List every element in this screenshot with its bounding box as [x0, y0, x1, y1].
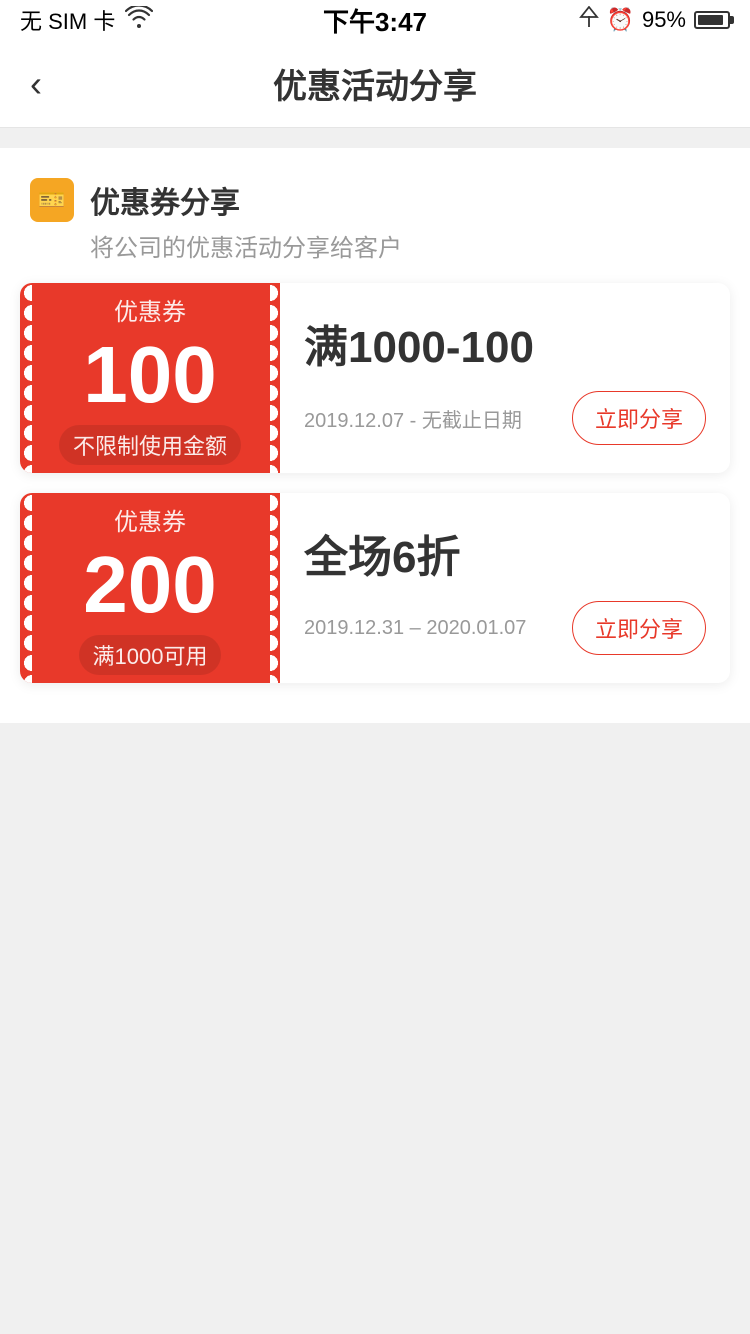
nav-bar: ‹ 优惠活动分享 [0, 40, 750, 128]
top-divider [0, 128, 750, 148]
coupon-left-1: 优惠券 100 不限制使用金额 [20, 283, 280, 473]
status-right: ⏰ 95% [579, 6, 730, 34]
alarm-icon: ⏰ [607, 7, 634, 33]
wifi-icon [125, 6, 153, 34]
coupon-card-2: 优惠券 200 满1000可用 全场6折 2019.12.31 – 2020.0… [20, 493, 730, 683]
coupon-date-1: 2019.12.07 - 无截止日期 [304, 404, 572, 433]
nav-title: 优惠活动分享 [273, 59, 477, 108]
coupon-left-2: 优惠券 200 满1000可用 [20, 493, 280, 683]
location-icon [579, 6, 599, 34]
coupon-right-2: 全场6折 2019.12.31 – 2020.01.07 立即分享 [280, 493, 730, 683]
coupon-name-1: 满1000-100 [304, 311, 706, 375]
coupon-date-row-1: 2019.12.07 - 无截止日期 立即分享 [304, 391, 706, 445]
coupon-date-2: 2019.12.31 – 2020.01.07 [304, 617, 572, 640]
battery-percent: 95% [642, 7, 686, 33]
status-left: 无 SIM 卡 [20, 4, 153, 36]
section-header: 🎫 优惠券分享 将公司的优惠活动分享给客户 [0, 148, 750, 283]
coupon-amount-1: 100 [83, 335, 216, 415]
coupon-type-2: 优惠券 [114, 502, 186, 537]
battery-icon [694, 11, 730, 29]
coupon-type-1: 优惠券 [114, 292, 186, 327]
coupon-condition-1: 不限制使用金额 [59, 425, 241, 465]
section-text: 优惠券分享 将公司的优惠活动分享给客户 [90, 178, 402, 263]
coupon-list: 优惠券 100 不限制使用金额 满1000-100 2019.12.07 - 无… [0, 283, 750, 723]
coupon-icon-glyph: 🎫 [38, 187, 65, 213]
coupon-condition-2: 满1000可用 [79, 635, 222, 675]
carrier-text: 无 SIM 卡 [20, 4, 115, 36]
section-icon: 🎫 [30, 178, 74, 222]
share-button-2[interactable]: 立即分享 [572, 601, 706, 655]
section-subtitle: 将公司的优惠活动分享给客户 [90, 228, 402, 263]
share-button-1[interactable]: 立即分享 [572, 391, 706, 445]
coupon-amount-2: 200 [83, 545, 216, 625]
coupon-date-row-2: 2019.12.31 – 2020.01.07 立即分享 [304, 601, 706, 655]
section-title: 优惠券分享 [90, 178, 402, 222]
main-content-area [0, 723, 750, 1323]
back-button[interactable]: ‹ [30, 66, 42, 102]
coupon-name-2: 全场6折 [304, 521, 706, 585]
coupon-card-1: 优惠券 100 不限制使用金额 满1000-100 2019.12.07 - 无… [20, 283, 730, 473]
time-display: 下午3:47 [323, 2, 427, 39]
status-bar: 无 SIM 卡 下午3:47 ⏰ 95% [0, 0, 750, 40]
coupon-right-1: 满1000-100 2019.12.07 - 无截止日期 立即分享 [280, 283, 730, 473]
